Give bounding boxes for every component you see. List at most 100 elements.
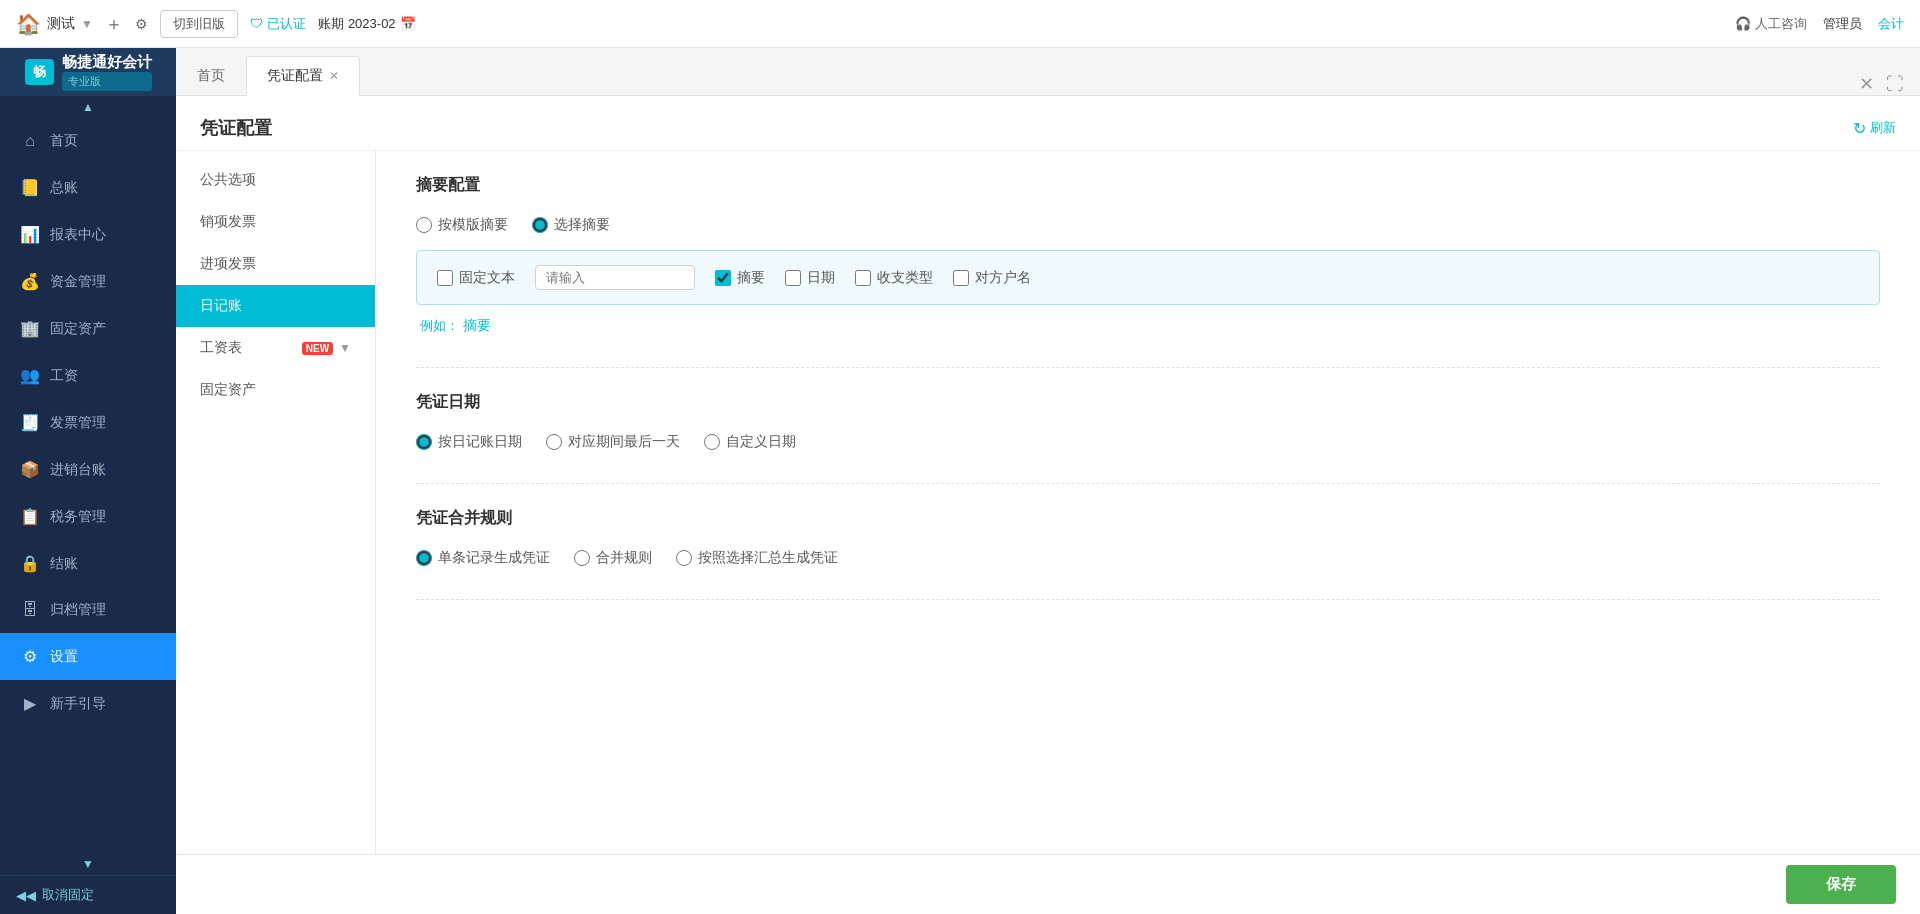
radio-custom-date-input[interactable] xyxy=(704,434,720,450)
radio-merge-rule-input[interactable] xyxy=(574,550,590,566)
summary-example: 例如： 摘要 xyxy=(416,317,1880,335)
pin-icon: ◀◀ xyxy=(16,888,36,903)
sidebar-item-ledger[interactable]: 📒 总账 xyxy=(0,164,176,211)
tax-icon: 📋 xyxy=(20,507,40,526)
asset-icon: 🏢 xyxy=(20,319,40,338)
checkbox-fixed-text[interactable]: 固定文本 xyxy=(437,269,515,287)
role-label[interactable]: 会计 xyxy=(1878,15,1904,33)
home-icon xyxy=(20,132,40,150)
left-nav-item-sales-invoice[interactable]: 销项发票 xyxy=(176,201,375,243)
radio-single-record[interactable]: 单条记录生成凭证 xyxy=(416,549,550,567)
page-title: 凭证配置 xyxy=(200,116,272,140)
shield-icon: 🛡 xyxy=(250,16,263,31)
radio-select-merge-input[interactable] xyxy=(676,550,692,566)
radio-template-summary-input[interactable] xyxy=(416,217,432,233)
period-display: 账期 2023-02 📅 xyxy=(318,15,416,33)
radio-select-summary[interactable]: 选择摘要 xyxy=(532,216,610,234)
radio-journal-date[interactable]: 按日记账日期 xyxy=(416,433,522,451)
sidebar-item-label: 资金管理 xyxy=(50,273,106,291)
radio-select-merge[interactable]: 按照选择汇总生成凭证 xyxy=(676,549,838,567)
right-content: 摘要配置 按模版摘要 选择摘要 xyxy=(376,151,1920,854)
tab-voucher-config[interactable]: 凭证配置 ✕ xyxy=(246,56,360,96)
checkbox-income-type-input[interactable] xyxy=(855,270,871,286)
section-summary-config: 摘要配置 按模版摘要 选择摘要 xyxy=(416,175,1880,335)
sidebar-toggle-pin[interactable]: ◀◀ 取消固定 xyxy=(0,875,176,914)
sidebar-item-report[interactable]: 📊 报表中心 xyxy=(0,211,176,258)
topbar: 🏠 测试 ▼ ＋ ⚙ 切到旧版 🛡 已认证 账期 2023-02 📅 🎧 人工咨… xyxy=(0,0,1920,48)
sidebar-item-wage[interactable]: 👥 工资 xyxy=(0,352,176,399)
tabbar-close-icon[interactable]: ✕ xyxy=(1859,73,1874,95)
sidebar-item-tax[interactable]: 📋 税务管理 xyxy=(0,493,176,540)
sidebar-item-home[interactable]: 首页 xyxy=(0,118,176,164)
new-badge: NEW xyxy=(302,342,333,355)
topbar-right: 🎧 人工咨询 管理员 会计 xyxy=(1735,15,1904,33)
sidebar-item-guide[interactable]: ▶ 新手引导 xyxy=(0,680,176,727)
refresh-icon: ↻ xyxy=(1853,119,1866,138)
page-header: 凭证配置 ↻ 刷新 xyxy=(176,96,1920,151)
left-nav-item-fixed-asset[interactable]: 固定资产 xyxy=(176,369,375,411)
sidebar-item-archive[interactable]: 🗄 归档管理 xyxy=(0,587,176,633)
radio-template-summary[interactable]: 按模版摘要 xyxy=(416,216,508,234)
checkbox-date-input[interactable] xyxy=(785,270,801,286)
tab-home-label: 首页 xyxy=(197,67,225,85)
radio-period-last-day[interactable]: 对应期间最后一天 xyxy=(546,433,680,451)
radio-merge-rule[interactable]: 合并规则 xyxy=(574,549,652,567)
merge-rule-radio-group: 单条记录生成凭证 合并规则 按照选择汇总生成凭证 xyxy=(416,549,1880,567)
sidebar-item-label: 工资 xyxy=(50,367,78,385)
radio-journal-date-input[interactable] xyxy=(416,434,432,450)
radio-select-summary-input[interactable] xyxy=(532,217,548,233)
checkbox-income-type[interactable]: 收支类型 xyxy=(855,269,933,287)
refresh-button[interactable]: ↻ 刷新 xyxy=(1853,119,1896,138)
switch-old-version-button[interactable]: 切到旧版 xyxy=(160,10,238,38)
checkbox-counterparty-input[interactable] xyxy=(953,270,969,286)
checkbox-fixed-text-input[interactable] xyxy=(437,270,453,286)
invoice-icon: 🧾 xyxy=(20,413,40,432)
add-company-button[interactable]: ＋ xyxy=(105,12,123,36)
sidebar-item-trade[interactable]: 📦 进销台账 xyxy=(0,446,176,493)
left-nav-item-journal[interactable]: 日记账 xyxy=(176,285,375,327)
left-nav-item-wage-table[interactable]: 工资表 NEW ▼ xyxy=(176,327,375,369)
radio-single-record-input[interactable] xyxy=(416,550,432,566)
left-nav-item-public[interactable]: 公共选项 xyxy=(176,159,375,201)
sidebar-scroll-down[interactable]: ▼ xyxy=(0,853,176,875)
sidebar-item-invoice[interactable]: 🧾 发票管理 xyxy=(0,399,176,446)
company-dropdown-icon: ▼ xyxy=(81,17,93,31)
fixed-text-input[interactable] xyxy=(535,265,695,290)
wage-icon: 👥 xyxy=(20,366,40,385)
report-icon: 📊 xyxy=(20,225,40,244)
sidebar-item-cash[interactable]: 💰 资金管理 xyxy=(0,258,176,305)
company-selector[interactable]: 🏠 测试 ▼ xyxy=(16,12,93,36)
voucher-date-radio-group: 按日记账日期 对应期间最后一天 自定义日期 xyxy=(416,433,1880,451)
voucher-date-title: 凭证日期 xyxy=(416,392,1880,413)
checkbox-summary-input[interactable] xyxy=(715,270,731,286)
tabbar-expand-icon[interactable]: ⛶ xyxy=(1886,74,1904,95)
calendar-icon[interactable]: 📅 xyxy=(400,16,416,31)
left-nav-item-purchase-invoice[interactable]: 进项发票 xyxy=(176,243,375,285)
radio-period-last-day-input[interactable] xyxy=(546,434,562,450)
sidebar-nav: 首页 📒 总账 📊 报表中心 💰 资金管理 🏢 固定资产 👥 工资 xyxy=(0,118,176,853)
checkbox-counterparty[interactable]: 对方户名 xyxy=(953,269,1031,287)
tabbar: 首页 凭证配置 ✕ ✕ ⛶ xyxy=(176,48,1920,96)
left-nav: 公共选项 销项发票 进项发票 日记账 工资表 NEW xyxy=(176,151,376,854)
radio-custom-date[interactable]: 自定义日期 xyxy=(704,433,796,451)
topbar-settings-icon[interactable]: ⚙ xyxy=(135,16,148,32)
checkbox-date[interactable]: 日期 xyxy=(785,269,835,287)
sidebar-item-settings[interactable]: ⚙ 设置 xyxy=(0,633,176,680)
save-button[interactable]: 保存 xyxy=(1786,865,1896,904)
sidebar-item-label: 进销台账 xyxy=(50,461,106,479)
main-layout: 畅 畅捷通好会计 专业版 ▲ 首页 📒 总账 📊 报表中心 💰 xyxy=(0,48,1920,914)
sidebar-item-label: 总账 xyxy=(50,179,78,197)
tab-home[interactable]: 首页 xyxy=(176,56,246,95)
sidebar-item-asset[interactable]: 🏢 固定资产 xyxy=(0,305,176,352)
sidebar-item-label: 税务管理 xyxy=(50,508,106,526)
close-account-icon: 🔒 xyxy=(20,554,40,573)
trade-icon: 📦 xyxy=(20,460,40,479)
consult-button[interactable]: 🎧 人工咨询 xyxy=(1735,15,1807,33)
sidebar-scroll-up[interactable]: ▲ xyxy=(0,96,176,118)
tab-voucher-config-close[interactable]: ✕ xyxy=(329,69,339,83)
archive-icon: 🗄 xyxy=(20,601,40,619)
checkbox-summary[interactable]: 摘要 xyxy=(715,269,765,287)
guide-icon: ▶ xyxy=(20,694,40,713)
sidebar-item-close[interactable]: 🔒 结账 xyxy=(0,540,176,587)
admin-label[interactable]: 管理员 xyxy=(1823,15,1862,33)
